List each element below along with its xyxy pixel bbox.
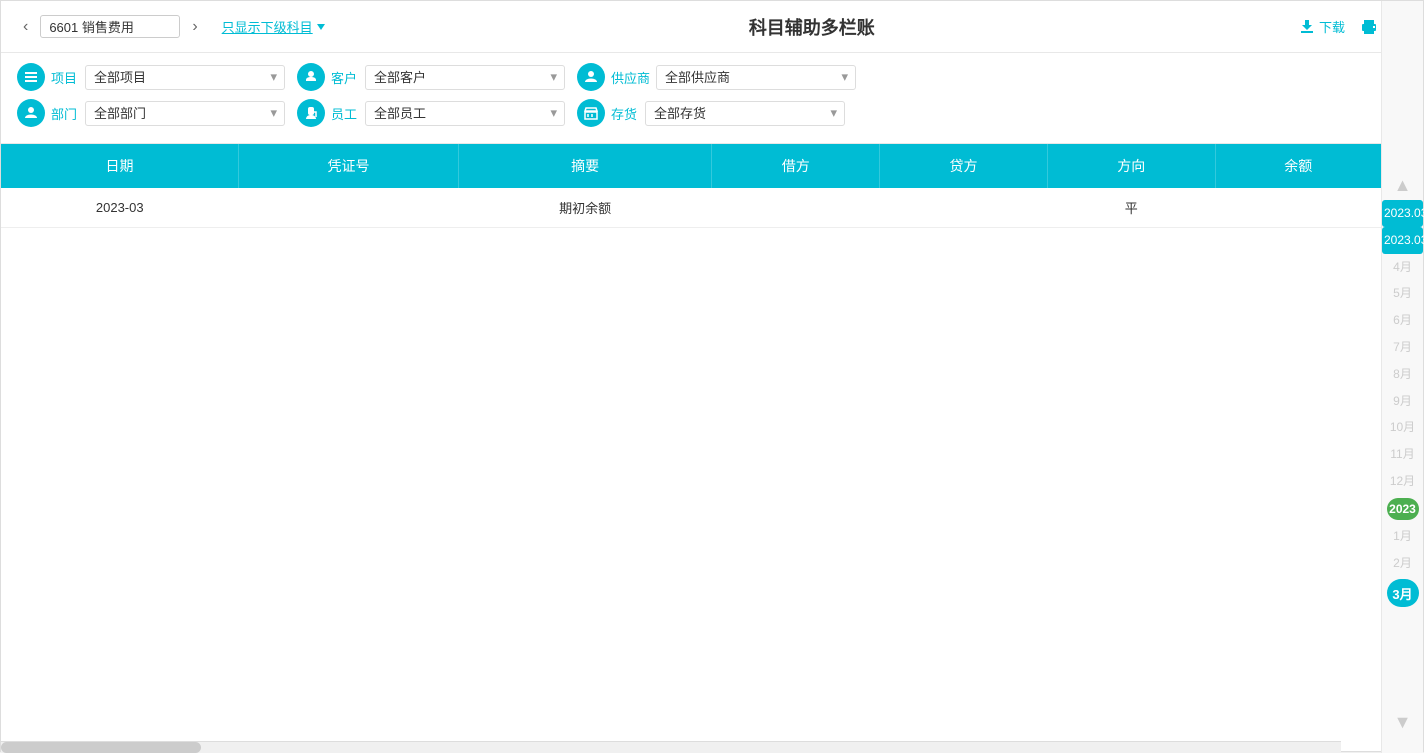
staff-select-wrapper: 全部员工 <box>365 101 565 126</box>
cell-credit <box>880 188 1048 228</box>
period-11[interactable]: 11月 <box>1382 441 1423 468</box>
supplier-icon <box>577 63 605 91</box>
period-5[interactable]: 5月 <box>1382 280 1423 307</box>
staff-select[interactable]: 全部员工 <box>365 101 565 126</box>
horizontal-scrollbar[interactable] <box>1 741 1341 753</box>
period-8[interactable]: 8月 <box>1382 361 1423 388</box>
account-nav: ‹ › 只显示下级科目 <box>17 15 325 38</box>
project-icon <box>17 63 45 91</box>
filter-customer-item: 客户 全部客户 <box>297 63 565 91</box>
show-sub-label: 只显示下级科目 <box>222 17 313 36</box>
filter-project-item: 项目 全部项目 <box>17 63 285 91</box>
year-2023-badge[interactable]: 2023 <box>1387 498 1419 520</box>
filter-row-1: 项目 全部项目 客户 全部客户 <box>17 63 1365 91</box>
scroll-up-btn[interactable]: ▲ <box>1390 171 1416 200</box>
customer-label: 客户 <box>331 68 359 87</box>
account-code-input[interactable] <box>40 15 180 38</box>
table-container[interactable]: 日期 凭证号 摘要 借方 贷方 方向 余额 2023-03 <box>1 144 1381 741</box>
inventory-label: 存货 <box>611 104 639 123</box>
period-12[interactable]: 12月 <box>1382 468 1423 495</box>
col-direction: 方向 <box>1047 144 1215 188</box>
table-header-row: 日期 凭证号 摘要 借方 贷方 方向 余额 <box>1 144 1381 188</box>
supplier-select[interactable]: 全部供应商 <box>656 65 856 90</box>
dept-select-wrapper: 全部部门 <box>85 101 285 126</box>
page-title: 科目辅助多栏账 <box>325 14 1299 40</box>
main-content: 日期 凭证号 摘要 借方 贷方 方向 余额 2023-03 <box>1 144 1381 753</box>
filter-supplier-item: 供应商 全部供应商 <box>577 63 856 91</box>
table-row: 2023-03 期初余额 平 <box>1 188 1381 228</box>
customer-icon <box>297 63 325 91</box>
period-6[interactable]: 6月 <box>1382 307 1423 334</box>
project-label: 项目 <box>51 68 79 87</box>
customer-select-wrapper: 全部客户 <box>365 65 565 90</box>
period-10[interactable]: 10月 <box>1382 414 1423 441</box>
download-icon <box>1299 19 1315 35</box>
dept-select[interactable]: 全部部门 <box>85 101 285 126</box>
filter-dept-item: 部门 全部部门 <box>17 99 285 127</box>
project-select[interactable]: 全部项目 <box>85 65 285 90</box>
customer-select[interactable]: 全部客户 <box>365 65 565 90</box>
scroll-down-btn[interactable]: ▼ <box>1390 708 1416 737</box>
ledger-table: 日期 凭证号 摘要 借方 贷方 方向 余额 2023-03 <box>1 144 1381 228</box>
filter-inventory-item: 存货 全部存货 <box>577 99 845 127</box>
col-balance: 余额 <box>1215 144 1381 188</box>
cell-balance <box>1215 188 1381 228</box>
period-9[interactable]: 9月 <box>1382 388 1423 415</box>
prev-account-btn[interactable]: ‹ <box>17 16 34 38</box>
period-3-active[interactable]: 3月 <box>1387 579 1419 607</box>
right-panel: ▲ 2023.03 2023.03 4月 5月 6月 7月 8月 9月 10月 … <box>1381 1 1423 753</box>
period-2[interactable]: 2月 <box>1382 550 1423 577</box>
print-icon <box>1361 19 1377 35</box>
inventory-icon <box>577 99 605 127</box>
period-2023-03-first[interactable]: 2023.03 <box>1382 200 1423 227</box>
dropdown-arrow-icon <box>317 24 325 30</box>
download-btn[interactable]: 下载 <box>1299 17 1345 36</box>
col-voucher: 凭证号 <box>239 144 459 188</box>
supplier-select-wrapper: 全部供应商 <box>656 65 856 90</box>
period-7[interactable]: 7月 <box>1382 334 1423 361</box>
inventory-select-wrapper: 全部存货 <box>645 101 845 126</box>
project-select-wrapper: 全部项目 <box>85 65 285 90</box>
download-label: 下载 <box>1319 17 1345 36</box>
filter-row-2: 部门 全部部门 员工 全部员工 <box>17 99 1365 127</box>
cell-voucher <box>239 188 459 228</box>
period-2023-03-second[interactable]: 2023.03 <box>1382 227 1423 254</box>
filter-staff-item: 员工 全部员工 <box>297 99 565 127</box>
period-1[interactable]: 1月 <box>1382 523 1423 550</box>
period-4[interactable]: 4月 <box>1382 254 1423 281</box>
content-area: 项目 全部项目 客户 全部客户 <box>1 53 1381 753</box>
show-sub-btn[interactable]: 只显示下级科目 <box>222 17 325 36</box>
cell-date: 2023-03 <box>1 188 239 228</box>
supplier-label: 供应商 <box>611 68 650 87</box>
main-window: ‹ › 只显示下级科目 科目辅助多栏账 下载 <box>0 0 1424 752</box>
scrollbar-thumb[interactable] <box>1 742 201 753</box>
col-debit: 借方 <box>712 144 880 188</box>
cell-debit <box>712 188 880 228</box>
filter-area: 项目 全部项目 客户 全部客户 <box>1 53 1381 144</box>
cell-summary: 期初余额 <box>458 188 712 228</box>
top-bar: ‹ › 只显示下级科目 科目辅助多栏账 下载 <box>1 1 1423 53</box>
dept-icon <box>17 99 45 127</box>
staff-label: 员工 <box>331 104 359 123</box>
col-summary: 摘要 <box>458 144 712 188</box>
next-account-btn[interactable]: › <box>186 16 203 38</box>
col-credit: 贷方 <box>880 144 1048 188</box>
cell-direction: 平 <box>1047 188 1215 228</box>
staff-icon <box>297 99 325 127</box>
inventory-select[interactable]: 全部存货 <box>645 101 845 126</box>
dept-label: 部门 <box>51 104 79 123</box>
col-date: 日期 <box>1 144 239 188</box>
